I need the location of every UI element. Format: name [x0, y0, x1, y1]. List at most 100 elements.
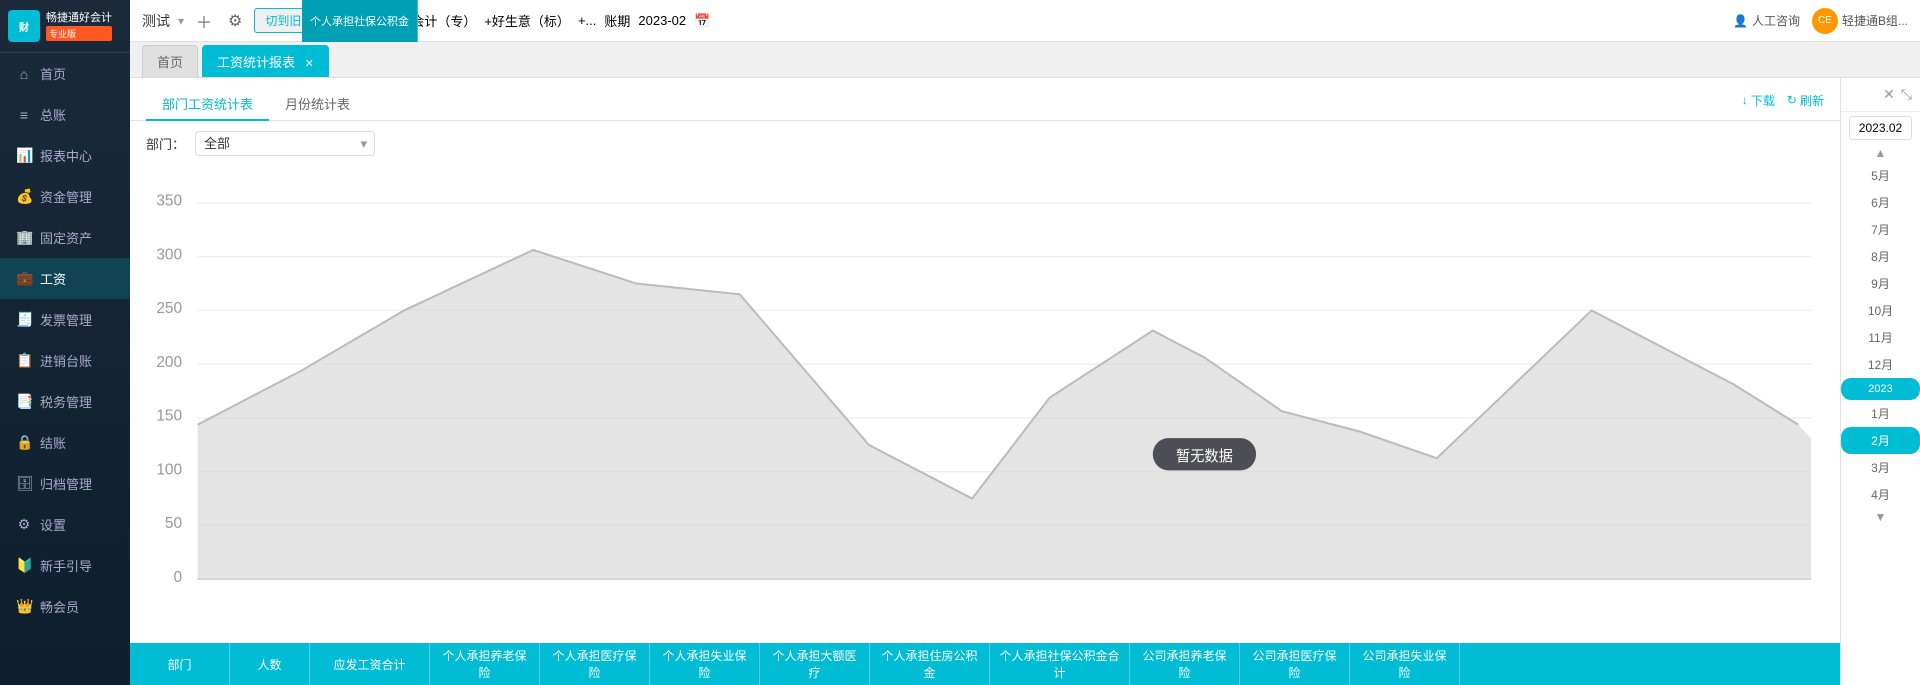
- svg-text:250: 250: [156, 300, 182, 317]
- sidebar-item-assets[interactable]: 🏢 固定资产: [0, 217, 130, 258]
- col-personal-total: 个人承担社保公积金合计: [990, 643, 1130, 685]
- invoice-icon: 🧾: [16, 311, 32, 328]
- sidebar-label-assets: 固定资产: [40, 228, 92, 247]
- home-icon: ⌂: [16, 66, 32, 82]
- sidebar-label-tax: 税务管理: [40, 392, 92, 411]
- refresh-button[interactable]: ↻ 刷新: [1787, 92, 1824, 109]
- good-business-label: +好生意（标）: [484, 11, 570, 30]
- sidebar-label-invoice: 发票管理: [40, 310, 92, 329]
- col-count: 人数: [230, 643, 310, 685]
- user-name: 轻捷通B组...: [1842, 12, 1908, 29]
- subtab-dept-salary[interactable]: 部门工资统计表: [146, 88, 269, 121]
- sidebar-item-reports[interactable]: 📊 报表中心: [0, 135, 130, 176]
- year-2023-badge: 2023: [1841, 378, 1920, 400]
- sidebar-item-home[interactable]: ⌂ 首页: [0, 53, 130, 94]
- col-company-medical: 公司承担医疗保险: [1240, 643, 1350, 685]
- filterbar: 部门： 全部: [130, 121, 1840, 166]
- settings-topbar-icon[interactable]: ⚙: [224, 7, 246, 35]
- month-12[interactable]: 12月: [1841, 351, 1920, 378]
- tab-salary-report[interactable]: 工资统计报表 ✕: [202, 45, 329, 77]
- sidebar-item-settings[interactable]: ⚙ 设置: [0, 504, 130, 545]
- right-panel: ✕ ⤡ ▲ 5月 6月 7月 8月 9月 10月 11月 12月 2023 1月…: [1840, 78, 1920, 685]
- dept-select[interactable]: 全部: [195, 131, 375, 156]
- month-9[interactable]: 9月: [1841, 270, 1920, 297]
- help-icon: 👤: [1733, 14, 1748, 28]
- svg-text:暂无数据: 暂无数据: [1176, 448, 1233, 465]
- svg-text:100: 100: [156, 461, 182, 478]
- archive-icon: 🗄: [16, 475, 32, 492]
- sidebar-item-funds[interactable]: 💰 资金管理: [0, 176, 130, 217]
- month-4[interactable]: 4月: [1841, 481, 1920, 508]
- svg-text:150: 150: [156, 407, 182, 424]
- sidebar-label-reports: 报表中心: [40, 146, 92, 165]
- dept-filter-label: 部门：: [146, 134, 185, 153]
- sidebar-item-ledger[interactable]: ≡ 总账: [0, 94, 130, 135]
- date-input[interactable]: [1849, 116, 1912, 140]
- sidebar: 财 畅捷通好会计 专业版 ⌂ 首页 ≡ 总账 📊 报表中心 💰 资金管理 🏢 固…: [0, 0, 130, 685]
- sidebar-item-invoice[interactable]: 🧾 发票管理: [0, 299, 130, 340]
- logo-title: 畅捷通好会计: [46, 11, 112, 25]
- month-10[interactable]: 10月: [1841, 297, 1920, 324]
- calendar-icon[interactable]: 📅: [694, 13, 710, 29]
- month-6[interactable]: 6月: [1841, 189, 1920, 216]
- topbar-right: 👤 人工咨询 CE 轻捷通B组...: [1733, 8, 1908, 34]
- col-dept: 部门: [130, 643, 230, 685]
- chart-area: 350 300 250 200 150 100 50 0: [130, 166, 1840, 643]
- svg-text:50: 50: [165, 515, 182, 532]
- tax-icon: 📑: [16, 393, 32, 410]
- download-button[interactable]: ↓ 下载: [1742, 92, 1775, 109]
- add-icon[interactable]: ＋: [192, 5, 216, 37]
- date-input-area: [1841, 112, 1920, 144]
- col-personal-unemployment: 个人承担失业保险: [650, 643, 760, 685]
- help-button[interactable]: 👤 人工咨询: [1733, 12, 1800, 29]
- sidebar-label-archive: 归档管理: [40, 474, 92, 493]
- dept-select-wrapper: 全部: [195, 131, 375, 156]
- assets-icon: 🏢: [16, 229, 32, 246]
- svg-text:350: 350: [156, 192, 182, 209]
- sidebar-item-guide[interactable]: 🔰 新手引导: [0, 545, 130, 586]
- sidebar-label-closing: 结账: [40, 433, 66, 452]
- sidebar-item-archive[interactable]: 🗄 归档管理: [0, 463, 130, 504]
- svg-text:200: 200: [156, 354, 182, 371]
- company-title: 测试: [142, 11, 170, 31]
- month-11[interactable]: 11月: [1841, 324, 1920, 351]
- month-3[interactable]: 3月: [1841, 454, 1920, 481]
- company-dropdown-arrow[interactable]: ▾: [178, 14, 184, 28]
- col-personal-housing-fund: 个人承担住房公积金: [870, 643, 990, 685]
- salary-chart: 350 300 250 200 150 100 50 0: [146, 176, 1824, 633]
- nav-down-button[interactable]: ▼: [1841, 508, 1920, 526]
- guide-icon: 🔰: [16, 557, 32, 574]
- closing-icon: 🔒: [16, 434, 32, 451]
- sidebar-item-salary[interactable]: 💼 工资: [0, 258, 130, 299]
- nav-up-button[interactable]: ▲: [1841, 144, 1920, 162]
- sidebar-item-sales[interactable]: 📋 进销台账: [0, 340, 130, 381]
- month-8[interactable]: 8月: [1841, 243, 1920, 270]
- refresh-icon: ↻: [1787, 93, 1797, 107]
- settings-icon: ⚙: [16, 516, 32, 533]
- sidebar-label-funds: 资金管理: [40, 187, 92, 206]
- salary-report-tab-label: 工资统计报表: [217, 55, 295, 70]
- col-company-pension: 公司承担养老保险: [1130, 643, 1240, 685]
- col-gross-salary: 应发工资合计: [310, 643, 430, 685]
- month-2[interactable]: 2月: [1841, 427, 1920, 454]
- sidebar-label-salary: 工资: [40, 269, 66, 288]
- content-main: 部门工资统计表 月份统计表 ↓ 下载 ↻ 刷新 部门：: [130, 78, 1840, 685]
- month-5[interactable]: 5月: [1841, 162, 1920, 189]
- sidebar-label-guide: 新手引导: [40, 556, 92, 575]
- subtab-monthly[interactable]: 月份统计表: [269, 88, 366, 121]
- col-personal-major-medical: 个人承担大额医疗: [760, 643, 870, 685]
- month-1[interactable]: 1月: [1841, 400, 1920, 427]
- col-company-unemployment: 公司承担失业保险: [1350, 643, 1460, 685]
- month-7[interactable]: 7月: [1841, 216, 1920, 243]
- reports-icon: 📊: [16, 147, 32, 164]
- sidebar-item-closing[interactable]: 🔒 结账: [0, 422, 130, 463]
- table-footer: 个人承担社保公积金 部门 人数 应发工资合计 个人承担养老保险 个人承担医疗保险…: [130, 643, 1840, 685]
- tab-close-icon[interactable]: ✕: [305, 58, 314, 70]
- sidebar-item-tax[interactable]: 📑 税务管理: [0, 381, 130, 422]
- tab-home[interactable]: 首页: [142, 45, 198, 77]
- sidebar-item-members[interactable]: 👑 畅会员: [0, 586, 130, 627]
- user-menu-button[interactable]: CE 轻捷通B组...: [1812, 8, 1908, 34]
- ledger-icon: ≡: [16, 107, 32, 123]
- expand-panel-icon[interactable]: ⤡: [1901, 86, 1912, 103]
- close-panel-icon[interactable]: ✕: [1883, 86, 1895, 103]
